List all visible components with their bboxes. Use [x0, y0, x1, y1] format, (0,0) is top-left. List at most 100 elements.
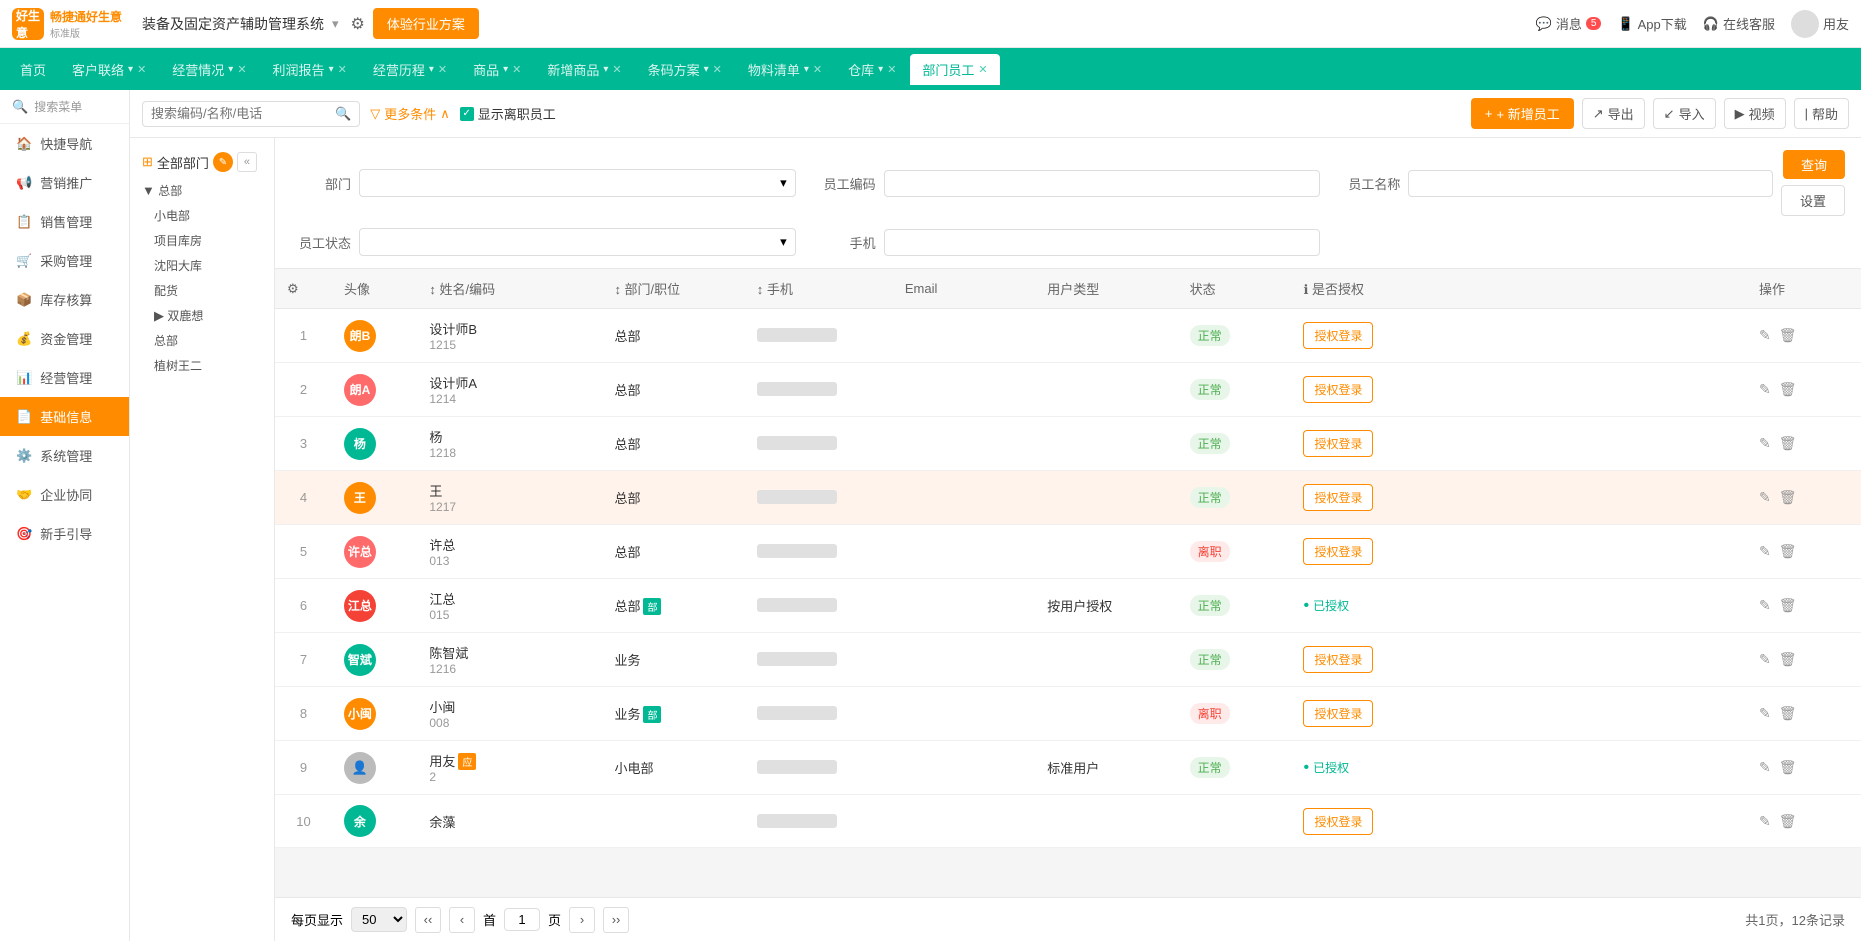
edit-icon[interactable]: ✎ — [1759, 759, 1771, 776]
auth-login-button[interactable]: 授权登录 — [1303, 322, 1373, 349]
edit-icon[interactable]: ✎ — [1759, 543, 1771, 560]
search-box[interactable]: 🔍 — [142, 101, 360, 127]
delete-icon[interactable]: 🗑 — [1779, 759, 1797, 776]
close-icon[interactable]: ✕ — [813, 63, 822, 76]
col-name[interactable]: ↕ 姓名/编码 — [417, 269, 602, 309]
sidebar-item-finance[interactable]: 💰 资金管理 — [0, 319, 129, 358]
import-button[interactable]: ↙ 导入 — [1653, 98, 1716, 129]
tab-bom[interactable]: 物料清单▾✕ — [736, 54, 834, 85]
row-auth[interactable]: 授权登录 — [1291, 795, 1462, 848]
user-area[interactable]: 用友 — [1791, 10, 1849, 38]
edit-icon[interactable]: ✎ — [1759, 597, 1771, 614]
delete-icon[interactable]: 🗑 — [1779, 705, 1797, 722]
sidebar-item-purchase[interactable]: 🛒 采购管理 — [0, 241, 129, 280]
close-icon[interactable]: ✕ — [438, 63, 447, 76]
delete-icon[interactable]: 🗑 — [1779, 651, 1797, 668]
sidebar-item-guide[interactable]: 🎯 新手引导 — [0, 514, 129, 553]
dropdown-arrow-icon[interactable]: ▾ — [332, 16, 339, 32]
next-page-button[interactable]: › — [569, 907, 595, 933]
phone-input[interactable] — [884, 229, 1321, 256]
dept-node-delivery[interactable]: 配货 — [138, 278, 266, 303]
row-auth[interactable]: 授权登录 — [1291, 687, 1462, 741]
close-icon[interactable]: ✕ — [887, 63, 896, 76]
row-auth[interactable]: 授权登录 — [1291, 417, 1462, 471]
add-employee-button[interactable]: + + 新增员工 — [1471, 98, 1574, 129]
row-auth[interactable]: 授权登录 — [1291, 525, 1462, 579]
close-icon[interactable]: ✕ — [512, 63, 521, 76]
sidebar-item-system[interactable]: ⚙️ 系统管理 — [0, 436, 129, 475]
edit-icon[interactable]: ✎ — [1759, 813, 1771, 830]
message-btn[interactable]: 💬 消息 5 — [1536, 14, 1602, 33]
video-button[interactable]: ▶ 视频 — [1724, 98, 1786, 129]
export-button[interactable]: ↗ 导出 — [1582, 98, 1645, 129]
close-icon[interactable]: ✕ — [612, 63, 621, 76]
tab-customer[interactable]: 客户联络▾✕ — [60, 54, 158, 85]
emp-name-input[interactable] — [1408, 170, 1773, 197]
close-icon[interactable]: ✕ — [137, 63, 146, 76]
row-auth[interactable]: 授权登录 — [1291, 633, 1462, 687]
row-auth[interactable]: 授权登录 — [1291, 309, 1462, 363]
edit-icon[interactable]: ✎ — [1759, 435, 1771, 452]
close-icon[interactable]: ✕ — [713, 63, 722, 76]
delete-icon[interactable]: 🗑 — [1779, 327, 1797, 344]
help-button[interactable]: | 帮助 — [1794, 98, 1849, 129]
edit-icon[interactable]: ✎ — [1759, 705, 1771, 722]
sidebar-item-basic[interactable]: 📄 基础信息 — [0, 397, 129, 436]
sidebar-item-sales[interactable]: 📋 销售管理 — [0, 202, 129, 241]
dept-node-hq[interactable]: 总部 — [138, 328, 266, 353]
edit-icon[interactable]: ✎ — [1759, 651, 1771, 668]
auth-login-button[interactable]: 授权登录 — [1303, 808, 1373, 835]
sidebar-item-marketing[interactable]: 📢 营销推广 — [0, 163, 129, 202]
tab-history[interactable]: 经营历程▾✕ — [361, 54, 459, 85]
tab-home[interactable]: 首页 — [8, 54, 58, 85]
app-download-btn[interactable]: 📱 App下载 — [1617, 14, 1686, 33]
tab-goods[interactable]: 商品▾✕ — [461, 54, 533, 85]
tab-profit[interactable]: 利润报告▾✕ — [261, 54, 359, 85]
page-number-input[interactable] — [504, 908, 540, 931]
first-page-button[interactable]: ‹‹ — [415, 907, 441, 933]
show-resigned-checkbox[interactable]: ✓ 显示离职员工 — [460, 104, 556, 123]
online-service-btn[interactable]: 🎧 在线客服 — [1703, 14, 1775, 33]
tab-new-goods[interactable]: 新增商品▾✕ — [535, 54, 633, 85]
tab-barcode[interactable]: 条码方案▾✕ — [636, 54, 734, 85]
edit-icon[interactable]: ✎ — [1759, 327, 1771, 344]
row-auth[interactable]: 授权登录 — [1291, 363, 1462, 417]
sidebar-item-operation[interactable]: 📊 经营管理 — [0, 358, 129, 397]
tab-warehouse[interactable]: 仓库▾✕ — [836, 54, 908, 85]
auth-login-button[interactable]: 授权登录 — [1303, 646, 1373, 673]
tab-employee[interactable]: 部门员工✕ — [910, 54, 999, 85]
delete-icon[interactable]: 🗑 — [1779, 543, 1797, 560]
col-dept[interactable]: ↕ 部门/职位 — [602, 269, 744, 309]
auth-login-button[interactable]: 授权登录 — [1303, 430, 1373, 457]
delete-icon[interactable]: 🗑 — [1779, 435, 1797, 452]
dept-filter-select[interactable]: ▾ — [359, 169, 796, 197]
gear-icon[interactable]: ⚙ — [351, 14, 365, 34]
search-input[interactable] — [151, 106, 331, 121]
delete-icon[interactable]: 🗑 — [1779, 489, 1797, 506]
emp-code-input[interactable] — [884, 170, 1321, 197]
filter-more-btn[interactable]: ▽ 更多条件 ∧ — [370, 104, 450, 123]
close-icon[interactable]: ✕ — [237, 63, 246, 76]
edit-icon[interactable]: ✎ — [1759, 489, 1771, 506]
delete-icon[interactable]: 🗑 — [1779, 813, 1797, 830]
query-button[interactable]: 查询 — [1783, 150, 1845, 179]
dept-node-project[interactable]: 项目库房 — [138, 228, 266, 253]
delete-icon[interactable]: 🗑 — [1779, 597, 1797, 614]
set-button[interactable]: 设置 — [1781, 185, 1845, 216]
sidebar-item-inventory[interactable]: 📦 库存核算 — [0, 280, 129, 319]
prev-page-button[interactable]: ‹ — [449, 907, 475, 933]
trial-button[interactable]: 体验行业方案 — [373, 8, 479, 39]
dept-node-general[interactable]: ▼ 总部 — [138, 178, 266, 203]
dept-edit-button[interactable]: ✎ — [213, 152, 233, 172]
close-icon[interactable]: ✕ — [338, 63, 347, 76]
col-settings[interactable]: ⚙ — [275, 269, 332, 309]
dept-node-plant[interactable]: 植树王二 — [138, 353, 266, 378]
sidebar-item-quick-nav[interactable]: 🏠 快捷导航 — [0, 124, 129, 163]
emp-status-select[interactable]: ▾ — [359, 228, 796, 256]
dept-collapse-button[interactable]: « — [237, 152, 257, 172]
dept-node-shenyang[interactable]: 沈阳大库 — [138, 253, 266, 278]
edit-icon[interactable]: ✎ — [1759, 381, 1771, 398]
search-submit-icon[interactable]: 🔍 — [335, 106, 351, 122]
tab-operation[interactable]: 经营情况▾✕ — [160, 54, 258, 85]
auth-login-button[interactable]: 授权登录 — [1303, 538, 1373, 565]
